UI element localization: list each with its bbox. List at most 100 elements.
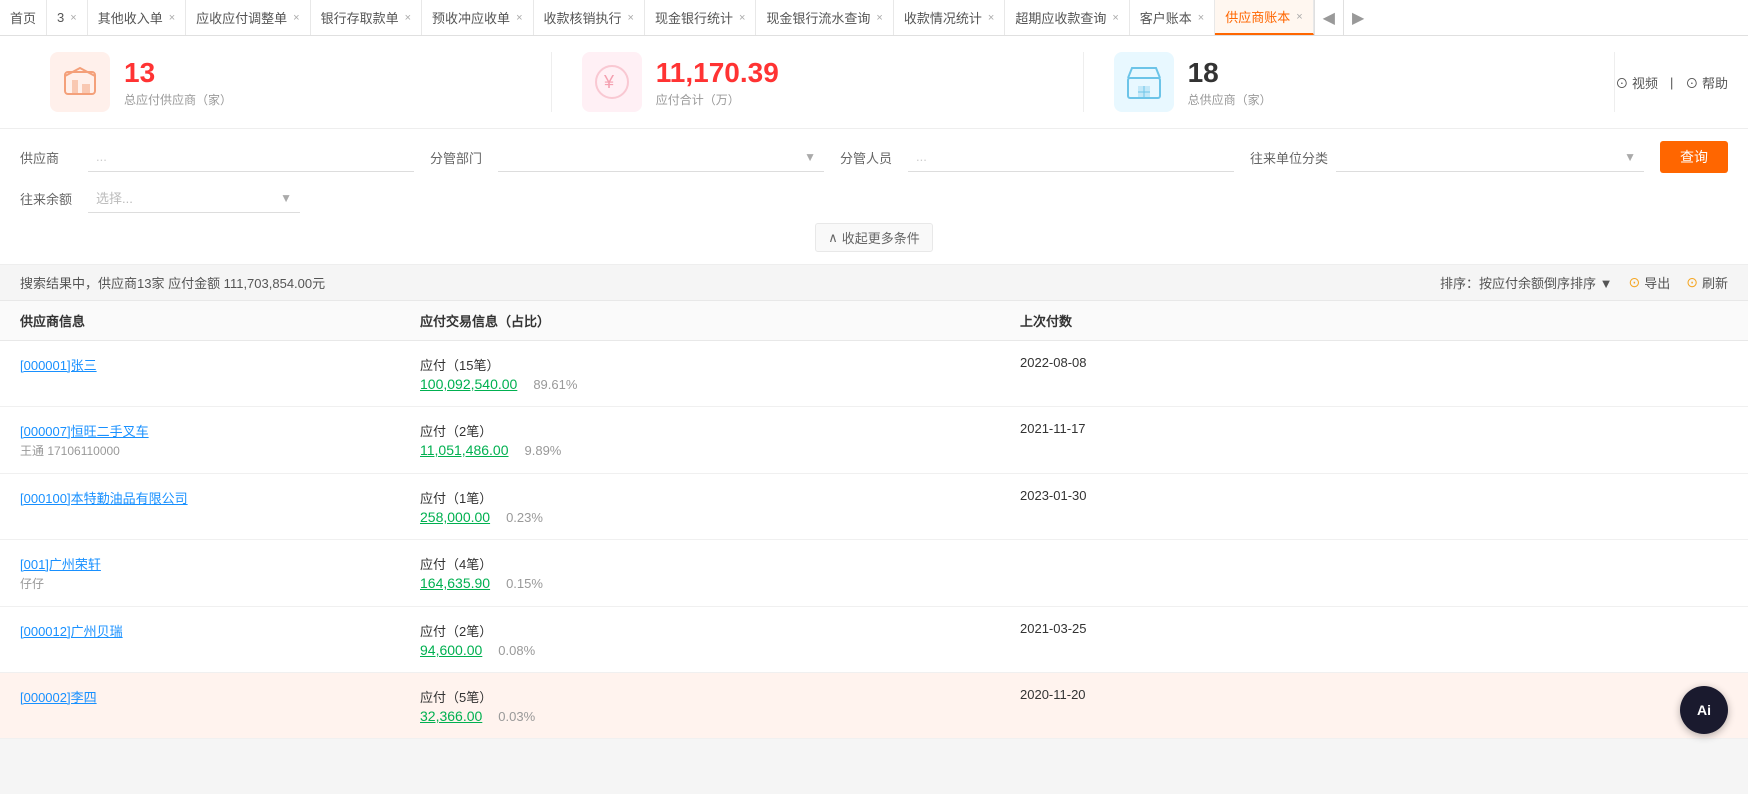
nav-prev-arrow[interactable]: ◀ — [1314, 0, 1343, 35]
money-icon: ¥ — [582, 52, 642, 112]
transaction-label-4: 应付（4笔） — [420, 554, 1020, 573]
last-pay-cell-6: 2020-11-20 — [1020, 687, 1728, 702]
nav-tab-advance-write-off-close[interactable]: × — [516, 12, 522, 24]
data-table: 供应商信息 应付交易信息（占比） 上次付数 [000001]张三 应付（15笔）… — [0, 301, 1748, 739]
total-supplier-label: 总供应商（家） — [1188, 91, 1272, 108]
export-icon: ⊙ — [1629, 274, 1641, 291]
transaction-amount-5[interactable]: 94,600.00 — [420, 642, 482, 658]
category-filter-label: 往来单位分类 — [1250, 148, 1328, 167]
nav-tab-collection-stat-label: 收款情况统计 — [904, 8, 982, 27]
supplier-name-3[interactable]: [000100]本特勤油品有限公司 — [20, 488, 420, 507]
person-filter-dots: ... — [916, 149, 927, 164]
transaction-label-1: 应付（15笔） — [420, 355, 1020, 374]
help-link[interactable]: ⊙ 帮助 — [1685, 73, 1728, 92]
last-pay-date-5: 2021-03-25 — [1020, 619, 1087, 636]
nav-tab-supplier-account-close[interactable]: × — [1296, 11, 1302, 23]
last-pay-cell-2: 2021-11-17 — [1020, 421, 1728, 436]
transaction-amount-3[interactable]: 258,000.00 — [420, 509, 490, 525]
transaction-amount-4[interactable]: 164,635.90 — [420, 575, 490, 591]
nav-tab-advance-write-off[interactable]: 预收冲应收单 × — [422, 0, 533, 35]
supplier-cell-3: [000100]本特勤油品有限公司 — [20, 488, 420, 509]
nav-tab-customer-account[interactable]: 客户账本 × — [1130, 0, 1215, 35]
nav-tab-overdue-query[interactable]: 超期应收款查询 × — [1005, 0, 1129, 35]
person-filter-input[interactable]: ... — [908, 142, 1234, 172]
nav-tab-cash-bank-stat-close[interactable]: × — [739, 12, 745, 24]
supplier-contact-4: 仔仔 — [20, 575, 420, 592]
nav-tab-cash-bank-flow-close[interactable]: × — [876, 12, 882, 24]
nav-tab-other-income[interactable]: 其他收入单 × — [88, 0, 186, 35]
transaction-amount-6[interactable]: 32,366.00 — [420, 708, 482, 724]
nav-tab-3-close[interactable]: × — [70, 12, 76, 24]
transaction-percent-3: 0.23% — [506, 510, 543, 525]
last-pay-cell-5: 2021-03-25 — [1020, 621, 1728, 636]
filter-person: 分管人员 ... — [840, 142, 1234, 172]
nav-tab-customer-account-label: 客户账本 — [1140, 8, 1192, 27]
result-summary-text: 搜索结果中，供应商13家 应付金额 111,703,854.00元 — [20, 273, 325, 292]
supplier-name-5[interactable]: [000012]广州贝瑞 — [20, 621, 420, 640]
nav-tab-payable-adjust[interactable]: 应收应付调整单 × — [186, 0, 310, 35]
transaction-cell-2: 应付（2笔） 11,051,486.00 9.89% — [420, 421, 1020, 458]
filter-category: 往来单位分类 ▼ — [1250, 142, 1644, 172]
transaction-info-6: 应付（5笔） 32,366.00 0.03% — [420, 687, 1020, 724]
dept-filter-select[interactable]: ▼ — [498, 142, 824, 172]
nav-tab-home[interactable]: 首页 — [0, 0, 47, 35]
query-button[interactable]: 查询 — [1660, 141, 1728, 173]
nav-tab-other-income-close[interactable]: × — [169, 12, 175, 24]
balance-filter-select[interactable]: 选择... ▼ — [88, 183, 300, 213]
supplier-name-2[interactable]: [000007]恒旺二手叉车 — [20, 421, 420, 440]
nav-tab-cash-bank-stat-label: 现金银行统计 — [655, 8, 733, 27]
collapse-icon: ∧ — [828, 230, 838, 246]
category-filter-select[interactable]: ▼ — [1336, 142, 1644, 172]
supplier-contact-2: 王通 17106110000 — [20, 442, 420, 459]
balance-chevron-icon: ▼ — [280, 191, 292, 205]
nav-tab-3[interactable]: 3 × — [47, 0, 88, 35]
nav-tab-overdue-query-close[interactable]: × — [1112, 12, 1118, 24]
svg-text:¥: ¥ — [603, 72, 615, 92]
refresh-button[interactable]: ⊙ 刷新 — [1686, 273, 1728, 292]
payable-total-amount: 11,170.39 — [656, 56, 779, 90]
video-link[interactable]: ⊙ 视频 — [1615, 73, 1658, 92]
col-header-last-pay: 上次付数 — [1020, 311, 1728, 330]
nav-tab-cash-bank-stat[interactable]: 现金银行统计 × — [645, 0, 756, 35]
supplier-name-6[interactable]: [000002]李四 — [20, 687, 420, 706]
transaction-amount-2[interactable]: 11,051,486.00 — [420, 442, 509, 458]
result-actions: 排序：按应付余额倒序排序 ▼ ⊙ 导出 ⊙ 刷新 — [1440, 273, 1728, 292]
nav-tab-bank-deposit[interactable]: 银行存取款单 × — [311, 0, 422, 35]
ai-button[interactable]: Ai — [1680, 686, 1728, 734]
balance-placeholder: 选择... — [96, 188, 133, 207]
nav-tab-receipt-verify-close[interactable]: × — [628, 12, 634, 24]
nav-tab-receipt-verify[interactable]: 收款核销执行 × — [534, 0, 645, 35]
supplier-filter-dots: ... — [96, 149, 107, 164]
nav-tab-cash-bank-flow[interactable]: 现金银行流水查询 × — [756, 0, 893, 35]
nav-tab-supplier-account[interactable]: 供应商账本 × — [1215, 0, 1313, 35]
summary-bar: 13 总应付供应商（家） ¥ 11,170.39 应付合计（万） 1 — [0, 36, 1748, 129]
supplier-filter-input[interactable]: ... — [88, 142, 414, 172]
supplier-cell-5: [000012]广州贝瑞 — [20, 621, 420, 642]
nav-tab-advance-write-off-label: 预收冲应收单 — [432, 8, 510, 27]
transaction-amount-1[interactable]: 100,092,540.00 — [420, 376, 517, 392]
last-pay-date-2: 2021-11-17 — [1020, 419, 1086, 436]
transaction-row-3: 258,000.00 0.23% — [420, 509, 1020, 525]
supplier-cell-4: [001]广州荣轩 仔仔 — [20, 554, 420, 592]
last-pay-cell-3: 2023-01-30 — [1020, 488, 1728, 503]
transaction-info-3: 应付（1笔） 258,000.00 0.23% — [420, 488, 1020, 525]
transaction-info-5: 应付（2笔） 94,600.00 0.08% — [420, 621, 1020, 658]
nav-tab-collection-stat[interactable]: 收款情况统计 × — [894, 0, 1005, 35]
export-button[interactable]: ⊙ 导出 — [1629, 273, 1671, 292]
nav-tab-payable-adjust-close[interactable]: × — [293, 12, 299, 24]
summary-help: ⊙ 视频 | ⊙ 帮助 — [1615, 73, 1728, 92]
supplier-name-4[interactable]: [001]广州荣轩 — [20, 554, 420, 573]
supplier-name-1[interactable]: [000001]张三 — [20, 355, 420, 374]
sort-text: 排序：按应付余额倒序排序 — [1440, 276, 1596, 291]
last-pay-date-1: 2022-08-08 — [1020, 353, 1087, 370]
transaction-cell-1: 应付（15笔） 100,092,540.00 89.61% — [420, 355, 1020, 392]
transaction-label-2: 应付（2笔） — [420, 421, 1020, 440]
last-pay-cell-1: 2022-08-08 — [1020, 355, 1728, 370]
sort-chevron-icon[interactable]: ▼ — [1600, 276, 1613, 291]
collapse-button[interactable]: ∧ 收起更多条件 — [815, 223, 933, 252]
transaction-cell-4: 应付（4笔） 164,635.90 0.15% — [420, 554, 1020, 591]
nav-next-arrow[interactable]: ▶ — [1343, 0, 1372, 35]
nav-tab-bank-deposit-close[interactable]: × — [405, 12, 411, 24]
nav-tab-collection-stat-close[interactable]: × — [988, 12, 994, 24]
nav-tab-customer-account-close[interactable]: × — [1198, 12, 1204, 24]
